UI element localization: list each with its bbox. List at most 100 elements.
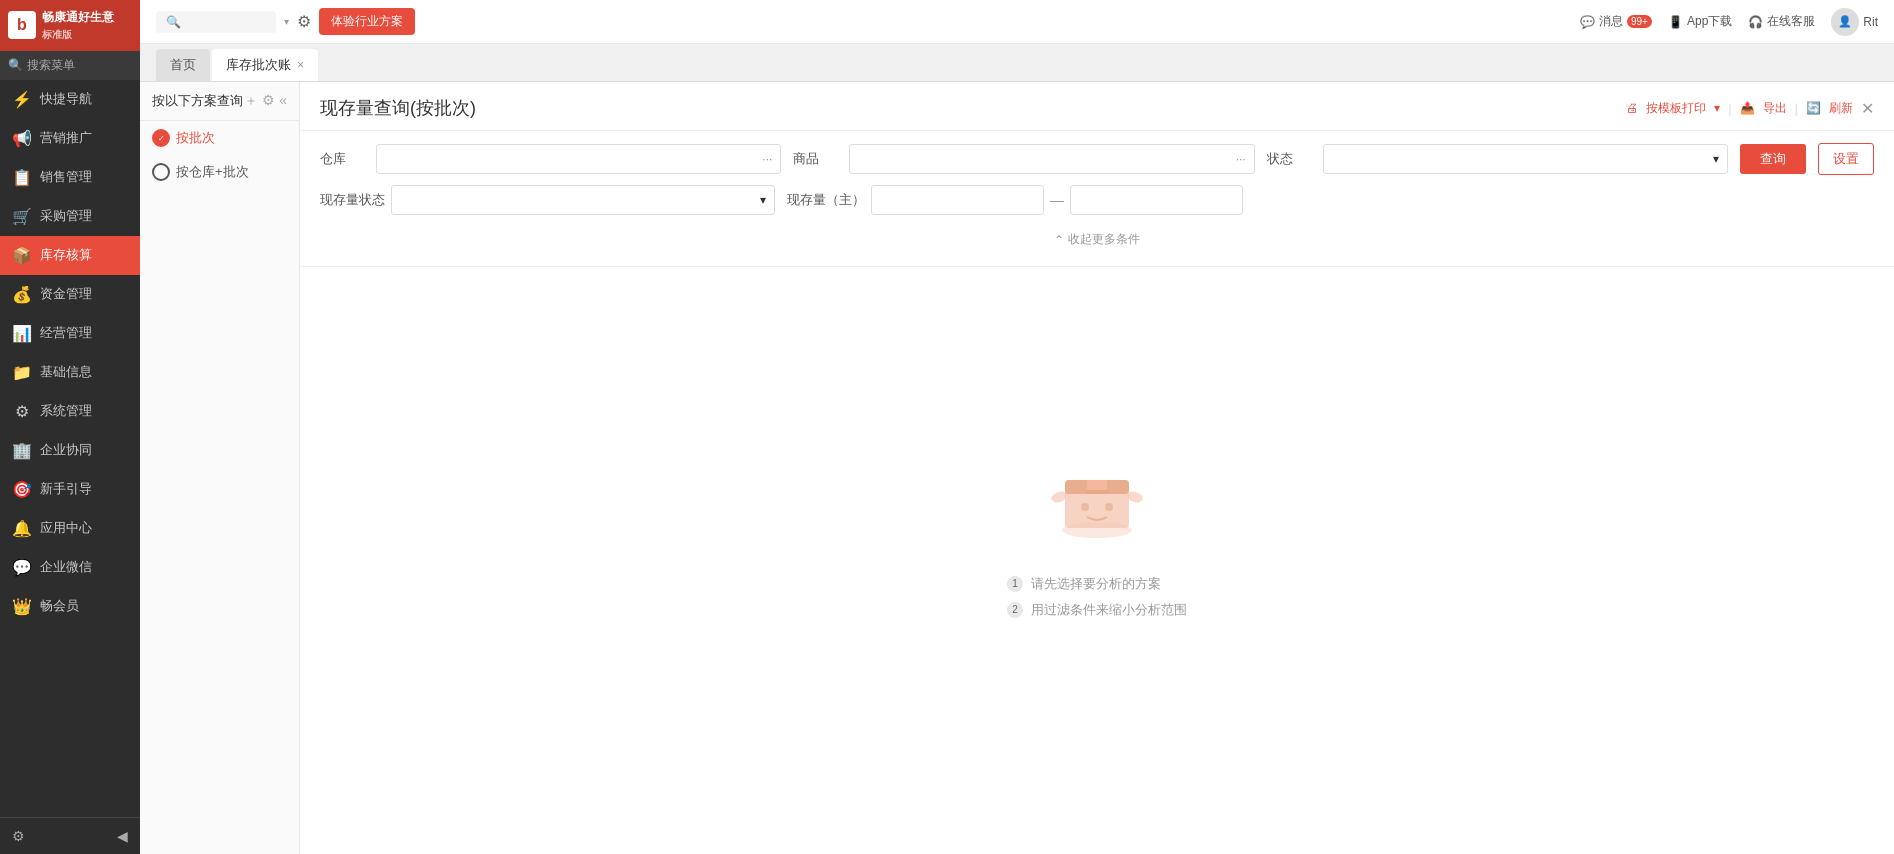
status-select[interactable]: ▾ [1323, 144, 1728, 174]
scheme-item-by-warehouse-batch[interactable]: 按仓库+批次 [140, 155, 299, 189]
basic-icon: 📁 [12, 363, 32, 382]
close-right-panel-btn[interactable]: ✕ [1861, 99, 1874, 118]
empty-tip-2: 2 用过滤条件来缩小分析范围 [1007, 601, 1187, 619]
sidebar-item-label: 基础信息 [40, 363, 92, 381]
user-avatar: 👤 [1831, 8, 1859, 36]
print-template-link[interactable]: 按模板打印 [1646, 100, 1706, 117]
tab-batch-label: 库存批次账 [226, 56, 291, 74]
sidebar-item-inventory[interactable]: 📦 库存核算 [0, 236, 140, 275]
warehouse-label: 仓库 [320, 150, 370, 168]
sidebar-item-member[interactable]: 👑 畅会员 [0, 587, 140, 626]
sidebar-item-basic[interactable]: 📁 基础信息 [0, 353, 140, 392]
warehouse-input[interactable]: ··· [376, 144, 781, 174]
sidebar: b 畅康通好生意 标准版 🔍 搜索菜单 ⚡ 快捷导航 📢 营销推广 📋 销售管理… [0, 0, 140, 854]
warehouse-filter-group: 仓库 ··· [320, 144, 781, 174]
online-service-label: 在线客服 [1767, 13, 1815, 30]
wxwork-icon: 💬 [12, 558, 32, 577]
topbar-right: 💬 消息 99+ 📱 App下载 🎧 在线客服 👤 Rit [1580, 8, 1878, 36]
sidebar-item-finance[interactable]: 💰 资金管理 [0, 275, 140, 314]
sidebar-item-label: 应用中心 [40, 519, 92, 537]
page-title: 现存量查询(按批次) [320, 96, 476, 120]
collapse-panel-icon[interactable]: « [279, 92, 287, 110]
svg-point-6 [1105, 503, 1113, 511]
export-link[interactable]: 导出 [1763, 100, 1787, 117]
sidebar-item-system[interactable]: ⚙ 系统管理 [0, 392, 140, 431]
tab-batch-close[interactable]: × [297, 59, 304, 71]
settings-button[interactable]: 设置 [1818, 143, 1874, 175]
sidebar-item-purchase[interactable]: 🛒 采购管理 [0, 197, 140, 236]
svg-point-5 [1081, 503, 1089, 511]
sidebar-item-marketing[interactable]: 📢 营销推广 [0, 119, 140, 158]
product-dots: ··· [1236, 152, 1246, 166]
stock-status-select[interactable]: ▾ [391, 185, 775, 215]
app-download-label: App下载 [1687, 13, 1732, 30]
inventory-icon: 📦 [12, 246, 32, 265]
tab-home[interactable]: 首页 [156, 49, 210, 81]
left-panel-actions: ＋ ⚙ « [244, 92, 287, 110]
sidebar-item-label: 畅会员 [40, 597, 79, 615]
sidebar-item-appstore[interactable]: 🔔 应用中心 [0, 509, 140, 548]
sidebar-search-label: 搜索菜单 [27, 57, 75, 74]
search-icon: 🔍 [8, 58, 23, 72]
stock-qty-min-input[interactable] [871, 185, 1044, 215]
filter-area: 仓库 ··· 商品 ··· 状态 [300, 131, 1894, 267]
add-scheme-icon[interactable]: ＋ [244, 92, 258, 110]
refresh-link[interactable]: 刷新 [1829, 100, 1853, 117]
operation-icon: 📊 [12, 324, 32, 343]
enterprise-icon: 🏢 [12, 441, 32, 460]
topbar-search-box[interactable]: 🔍 [156, 11, 276, 33]
sidebar-item-wxwork[interactable]: 💬 企业微信 [0, 548, 140, 587]
messages-badge: 99+ [1627, 15, 1652, 28]
right-content: 现存量查询(按批次) 🖨 按模板打印 ▾ | 📤 导出 | 🔄 刷新 ✕ [300, 82, 1894, 854]
sidebar-item-enterprise[interactable]: 🏢 企业协同 [0, 431, 140, 470]
sidebar-item-operation[interactable]: 📊 经营管理 [0, 314, 140, 353]
topbar-search-icon: 🔍 [166, 15, 181, 29]
query-button[interactable]: 查询 [1740, 144, 1806, 174]
sidebar-settings-icon[interactable]: ⚙ [12, 828, 25, 844]
topbar-chevron-icon[interactable]: ▾ [284, 16, 289, 27]
stock-qty-max-input[interactable] [1070, 185, 1243, 215]
sidebar-item-label: 库存核算 [40, 246, 92, 264]
member-icon: 👑 [12, 597, 32, 616]
online-service-group[interactable]: 🎧 在线客服 [1748, 13, 1815, 30]
scheme-item-by-batch[interactable]: ✓ 按批次 [140, 121, 299, 155]
quick-nav-icon: ⚡ [12, 90, 32, 109]
scheme-settings-icon[interactable]: ⚙ [262, 92, 275, 110]
system-icon: ⚙ [12, 402, 32, 421]
print-icon: 🖨 [1626, 101, 1638, 115]
tab-batch[interactable]: 库存批次账 × [212, 49, 318, 81]
sidebar-item-label: 系统管理 [40, 402, 92, 420]
user-name: Rit [1863, 15, 1878, 29]
messages-group[interactable]: 💬 消息 99+ [1580, 13, 1652, 30]
stock-status-filter-group: 现存量状态 ▾ [320, 185, 775, 215]
status-filter-group: 状态 ▾ [1267, 144, 1728, 174]
tip-2-text: 用过滤条件来缩小分析范围 [1031, 601, 1187, 619]
collapse-row[interactable]: ⌃ 收起更多条件 [320, 225, 1874, 254]
scheme-label: 按批次 [176, 129, 215, 147]
guide-icon: 🎯 [12, 480, 32, 499]
product-input[interactable]: ··· [849, 144, 1254, 174]
refresh-icon: 🔄 [1806, 101, 1821, 115]
chevron-print-icon[interactable]: ▾ [1714, 101, 1720, 115]
sidebar-item-label: 企业微信 [40, 558, 92, 576]
sidebar-collapse-icon[interactable]: ◀ [117, 828, 128, 844]
user-group[interactable]: 👤 Rit [1831, 8, 1878, 36]
app-name-group: 畅康通好生意 标准版 [42, 10, 114, 41]
app-name: 畅康通好生意 [42, 10, 114, 26]
logo-letter: b [17, 16, 27, 34]
experience-button[interactable]: 体验行业方案 [319, 8, 415, 35]
stock-qty-label: 现存量（主） [787, 191, 865, 209]
sidebar-header: b 畅康通好生意 标准版 [0, 0, 140, 51]
status-chevron-icon: ▾ [1713, 152, 1719, 166]
topbar: 🔍 ▾ ⚙ 体验行业方案 💬 消息 99+ 📱 App下载 🎧 在线客服 👤 [140, 0, 1894, 44]
sidebar-item-sales[interactable]: 📋 销售管理 [0, 158, 140, 197]
left-panel-title: 按以下方案查询 [152, 92, 243, 110]
collapse-chevron-icon: ⌃ [1054, 233, 1064, 247]
collapse-label: 收起更多条件 [1068, 231, 1140, 248]
app-download-group[interactable]: 📱 App下载 [1668, 13, 1732, 30]
sidebar-search[interactable]: 🔍 搜索菜单 [0, 51, 140, 80]
topbar-settings-icon[interactable]: ⚙ [297, 12, 311, 31]
sidebar-item-quick-nav[interactable]: ⚡ 快捷导航 [0, 80, 140, 119]
sidebar-item-guide[interactable]: 🎯 新手引导 [0, 470, 140, 509]
filter-row-2: 现存量状态 ▾ 现存量（主） — [320, 185, 1874, 215]
